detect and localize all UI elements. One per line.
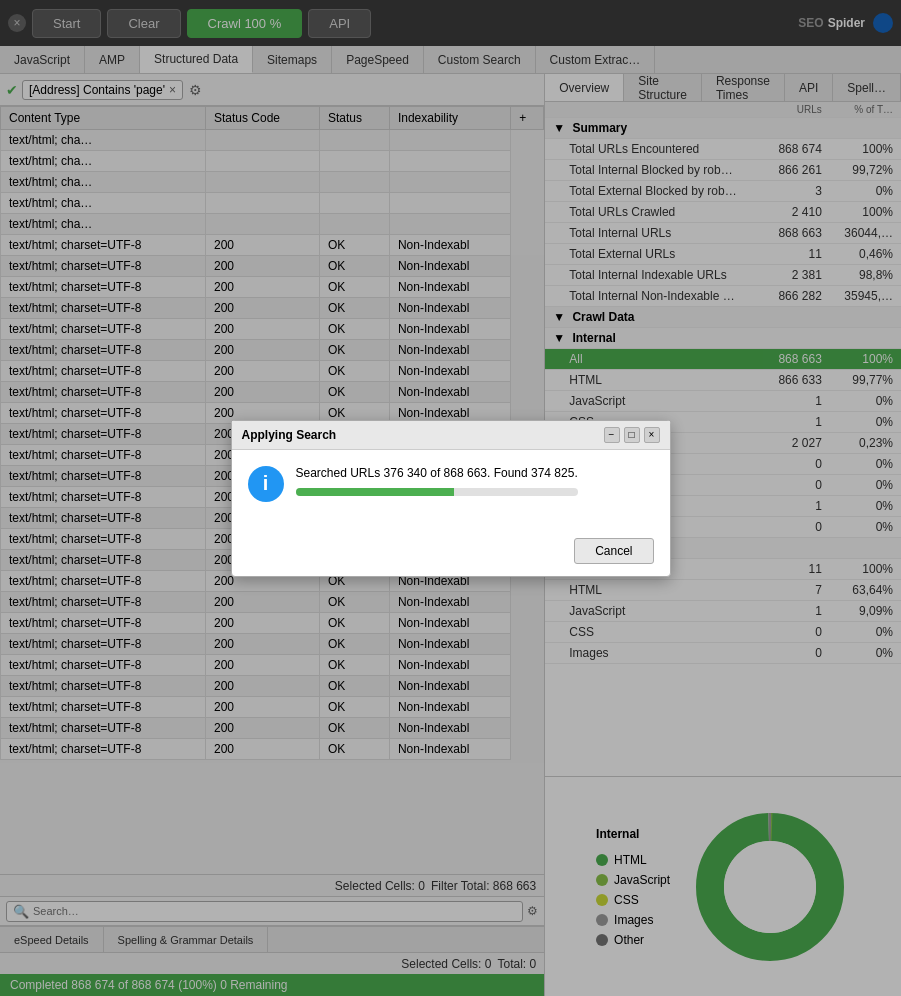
modal-maximize-button[interactable]: □ — [624, 427, 640, 443]
modal-body: i Searched URLs 376 340 of 868 663. Foun… — [232, 450, 670, 530]
modal-info-row: i Searched URLs 376 340 of 868 663. Foun… — [248, 466, 654, 502]
modal-close-button[interactable]: × — [644, 427, 660, 443]
modal-overlay: Applying Search − □ × i Searched URLs 37… — [0, 0, 901, 996]
modal-message: Searched URLs 376 340 of 868 663. Found … — [296, 466, 578, 480]
modal-titlebar-buttons: − □ × — [604, 427, 660, 443]
modal-titlebar: Applying Search − □ × — [232, 421, 670, 450]
modal-footer: Cancel — [232, 530, 670, 576]
modal-progress-fill — [296, 488, 454, 496]
modal-title: Applying Search — [242, 428, 337, 442]
applying-search-modal: Applying Search − □ × i Searched URLs 37… — [231, 420, 671, 577]
modal-info-icon: i — [248, 466, 284, 502]
modal-minimize-button[interactable]: − — [604, 427, 620, 443]
modal-progress-bar — [296, 488, 578, 496]
modal-cancel-button[interactable]: Cancel — [574, 538, 653, 564]
modal-message-wrap: Searched URLs 376 340 of 868 663. Found … — [296, 466, 578, 496]
